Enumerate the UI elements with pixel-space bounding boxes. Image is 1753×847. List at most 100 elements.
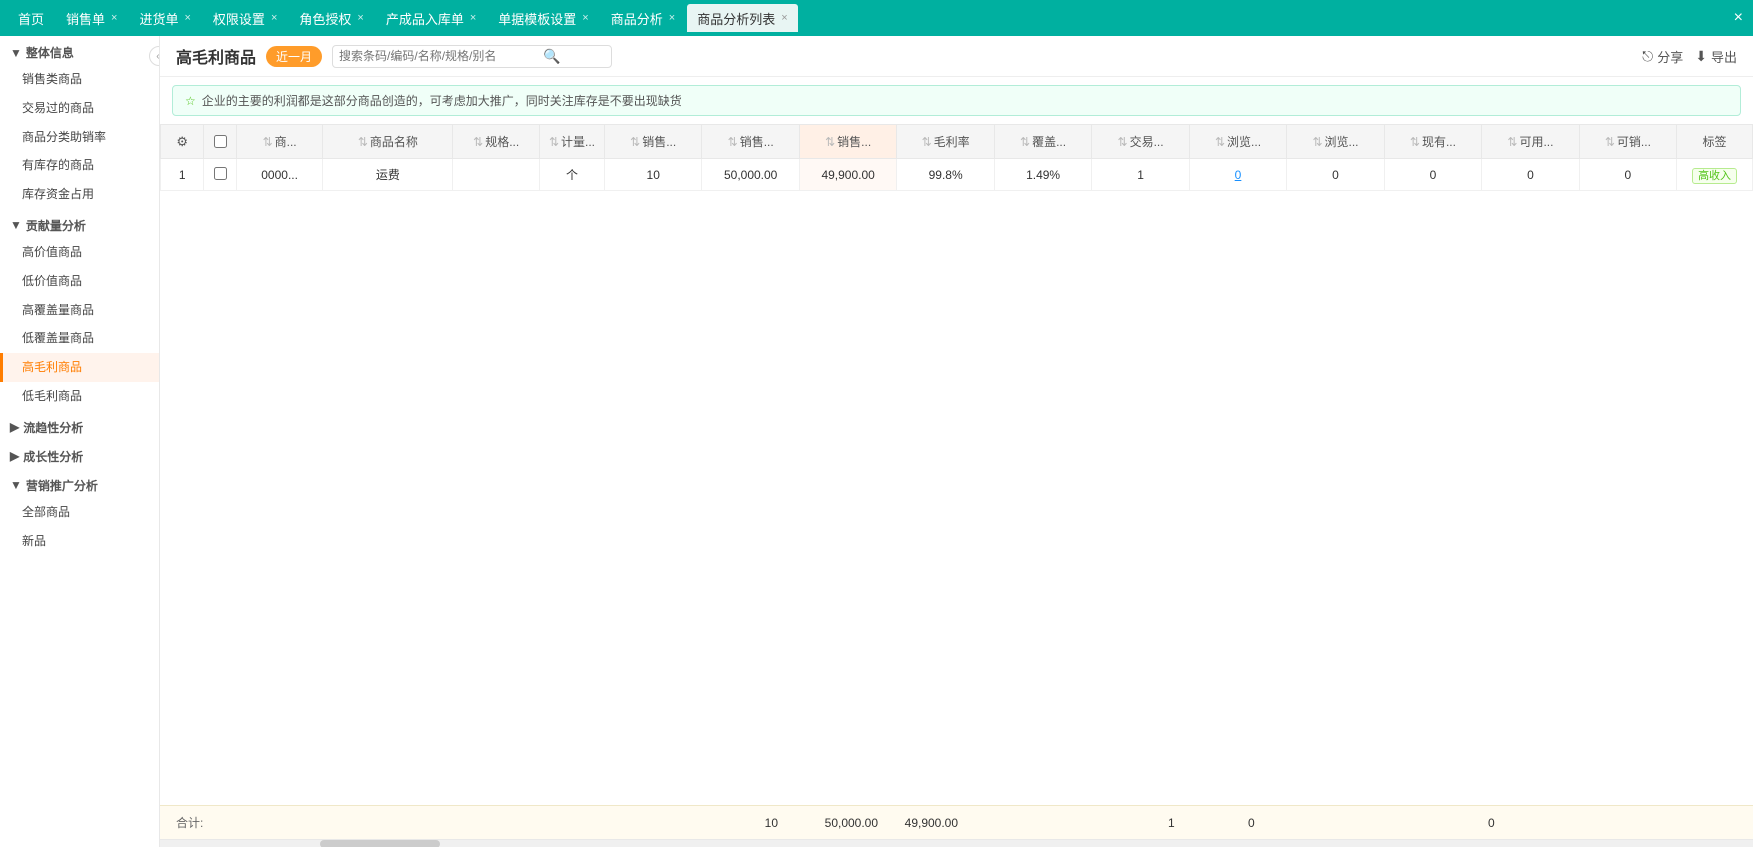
select-all-checkbox[interactable] <box>214 135 227 148</box>
footer-total: 合计: 10 50,000.00 49,900.00 1 0 0 <box>160 805 1753 839</box>
search-icon[interactable]: 🔍 <box>543 48 560 65</box>
th-coverage[interactable]: ⇅ 覆盖... <box>994 125 1091 159</box>
close-icon[interactable]: × <box>357 12 363 24</box>
cell-coverage: 1.49% <box>994 159 1091 191</box>
footer-cell-empty1 <box>971 816 1051 830</box>
nav-purchase[interactable]: 进货单 × <box>129 4 200 32</box>
footer-browse1: 0 <box>1211 816 1291 830</box>
chevron-down-icon: ▼ <box>10 218 22 232</box>
sidebar-item-sales-goods[interactable]: 销售类商品 <box>0 65 159 94</box>
cell-browse1[interactable]: 0 <box>1189 159 1286 191</box>
settings-icon[interactable]: ⚙ <box>176 134 188 150</box>
close-icon[interactable]: × <box>582 12 588 24</box>
th-unit[interactable]: ⇅ 计量... <box>540 125 605 159</box>
nav-permission[interactable]: 权限设置 × <box>203 4 287 32</box>
sort-icon: ⇅ <box>825 135 835 149</box>
cell-sales-qty: 10 <box>604 159 701 191</box>
close-icon[interactable]: × <box>781 12 787 24</box>
th-name[interactable]: ⇅ 商品名称 <box>323 125 453 159</box>
export-btn[interactable]: ⬇ 导出 <box>1695 47 1737 66</box>
filter-recent-month-btn[interactable]: 近一月 <box>266 46 322 67</box>
th-spec[interactable]: ⇅ 规格... <box>453 125 540 159</box>
nav-product-in[interactable]: 产成品入库单 × <box>376 4 486 32</box>
sidebar-group-trend[interactable]: ▶ 流趋性分析 <box>0 411 159 440</box>
footer-available: 0 <box>1451 816 1531 830</box>
nav-home[interactable]: 首页 <box>8 4 54 32</box>
sidebar-item-high-coverage[interactable]: 高覆盖量商品 <box>0 296 159 325</box>
cell-code: 0000... <box>236 159 323 191</box>
cell-saleable: 0 <box>1579 159 1676 191</box>
sort-icon: ⇅ <box>630 135 640 149</box>
content-header: 高毛利商品 近一月 🔍 ⎋ 分享 ⬇ 导出 <box>160 36 1753 77</box>
sidebar-item-stock-capital[interactable]: 库存资金占用 <box>0 180 159 209</box>
sort-icon: ⇅ <box>1118 135 1128 149</box>
th-current-stock[interactable]: ⇅ 现有... <box>1384 125 1481 159</box>
th-browse2[interactable]: ⇅ 浏览... <box>1287 125 1384 159</box>
sidebar-item-high-value[interactable]: 高价值商品 <box>0 238 159 267</box>
close-icon[interactable]: × <box>111 12 117 24</box>
cell-unit: 个 <box>540 159 605 191</box>
sidebar-item-in-stock[interactable]: 有库存的商品 <box>0 151 159 180</box>
info-banner: ☆ 企业的主要的利润都是这部分商品创造的，可考虑加大推广，同时关注库存是不要出现… <box>172 85 1741 116</box>
footer-sales-qty: 10 <box>731 816 811 830</box>
th-browse1[interactable]: ⇅ 浏览... <box>1189 125 1286 159</box>
nav-sales[interactable]: 销售单 × <box>56 4 127 32</box>
cell-available: 0 <box>1482 159 1579 191</box>
sidebar-item-category-rate[interactable]: 商品分类助销率 <box>0 123 159 152</box>
nav-template[interactable]: 单据模板设置 × <box>488 4 598 32</box>
close-icon[interactable]: × <box>184 12 190 24</box>
th-sales-qty[interactable]: ⇅ 销售... <box>604 125 701 159</box>
sort-icon: ⇅ <box>549 135 559 149</box>
row-checkbox[interactable] <box>214 167 227 180</box>
scroll-thumb[interactable] <box>320 840 440 847</box>
window-close-icon[interactable]: × <box>1734 9 1743 27</box>
table-container: ⚙ ⇅ 商... <box>160 124 1753 805</box>
sidebar-item-low-margin[interactable]: 低毛利商品 <box>0 382 159 411</box>
th-gross-margin[interactable]: ⇅ 毛利率 <box>897 125 994 159</box>
nav-analysis-list[interactable]: 商品分析列表 × <box>687 4 797 32</box>
th-available[interactable]: ⇅ 可用... <box>1482 125 1579 159</box>
th-transaction[interactable]: ⇅ 交易... <box>1092 125 1189 159</box>
cell-sales-profit: 49,900.00 <box>799 159 896 191</box>
th-sales-amt[interactable]: ⇅ 销售... <box>702 125 799 159</box>
cell-gross-margin: 99.8% <box>897 159 994 191</box>
sidebar-item-low-value[interactable]: 低价值商品 <box>0 267 159 296</box>
th-code[interactable]: ⇅ 商... <box>236 125 323 159</box>
close-icon[interactable]: × <box>470 12 476 24</box>
sort-icon: ⇅ <box>1507 135 1517 149</box>
footer-cell-empty5 <box>1531 816 1611 830</box>
sidebar: « ▼ 整体信息 销售类商品 交易过的商品 商品分类助销率 有库存的商品 库存资… <box>0 36 160 847</box>
sort-icon: ⇅ <box>1020 135 1030 149</box>
share-btn[interactable]: ⎋ 分享 <box>1642 47 1683 66</box>
close-icon[interactable]: × <box>271 12 277 24</box>
close-icon[interactable]: × <box>669 12 675 24</box>
sidebar-group-overall[interactable]: ▼ 整体信息 <box>0 36 159 65</box>
th-sales-profit[interactable]: ⇅ 销售... <box>799 125 896 159</box>
horizontal-scrollbar[interactable] <box>160 839 1753 847</box>
footer-cell-empty6 <box>1611 816 1691 830</box>
cell-transaction: 1 <box>1092 159 1189 191</box>
search-input[interactable] <box>339 49 539 63</box>
sidebar-item-high-margin[interactable]: 高毛利商品 <box>0 353 159 382</box>
sidebar-item-new-goods[interactable]: 新品 <box>0 527 159 556</box>
footer-cell-empty2 <box>1051 816 1131 830</box>
page-title: 高毛利商品 <box>176 44 256 68</box>
sidebar-item-low-coverage[interactable]: 低覆盖量商品 <box>0 324 159 353</box>
sidebar-group-contribution[interactable]: ▼ 贡献量分析 <box>0 209 159 238</box>
th-check[interactable] <box>204 125 236 159</box>
sidebar-group-growth[interactable]: ▶ 成长性分析 <box>0 440 159 469</box>
footer-sales-profit: 49,900.00 <box>891 816 971 830</box>
chevron-right-icon: ▶ <box>10 449 19 463</box>
sidebar-item-all-goods[interactable]: 全部商品 <box>0 498 159 527</box>
sidebar-item-traded-goods[interactable]: 交易过的商品 <box>0 94 159 123</box>
cell-name: 运费 <box>323 159 453 191</box>
th-tag[interactable]: 标签 <box>1677 125 1753 159</box>
nav-analysis[interactable]: 商品分析 × <box>601 4 685 32</box>
sort-icon: ⇅ <box>1312 135 1322 149</box>
cell-current-stock: 0 <box>1384 159 1481 191</box>
info-icon: ☆ <box>185 94 196 108</box>
nav-role[interactable]: 角色授权 × <box>289 4 373 32</box>
cell-check[interactable] <box>204 159 236 191</box>
th-saleable[interactable]: ⇅ 可销... <box>1579 125 1676 159</box>
sidebar-group-marketing[interactable]: ▼ 营销推广分析 <box>0 469 159 498</box>
